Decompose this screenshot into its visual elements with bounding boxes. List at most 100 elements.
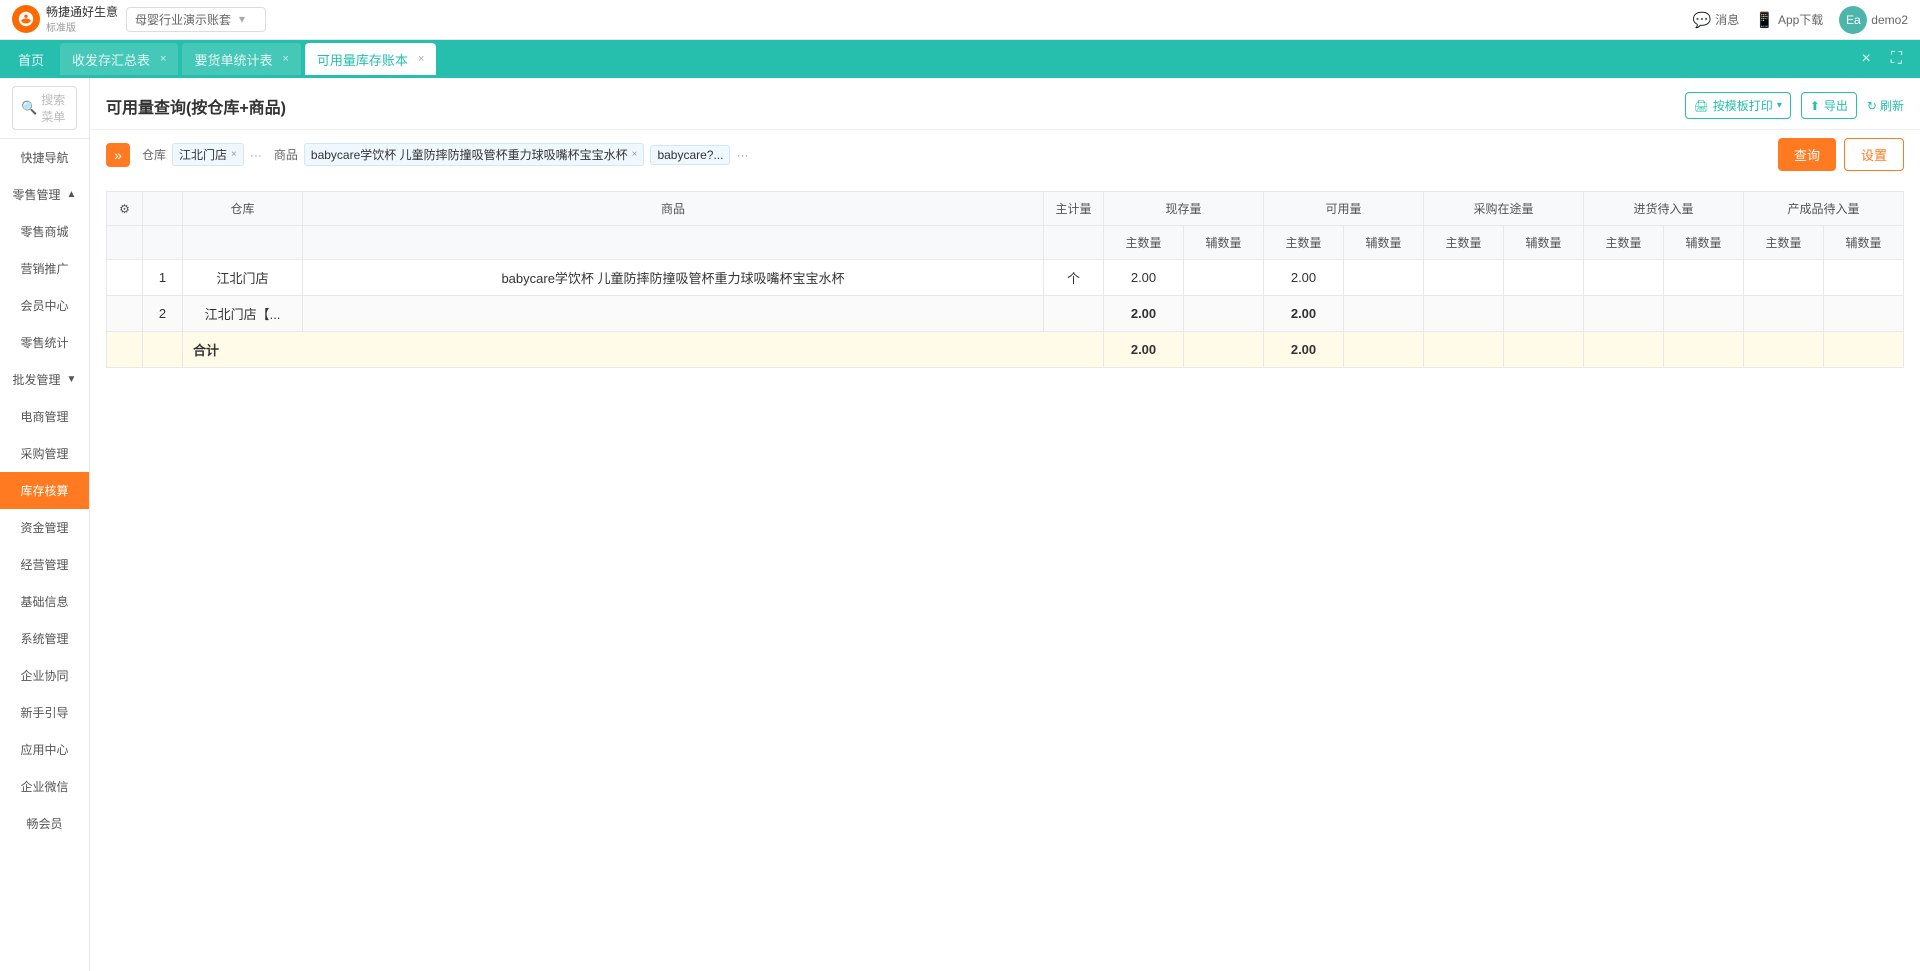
logo-brand: 畅捷通好生意 [46,5,118,19]
row2-product [303,296,1044,332]
sidebar-item-vip[interactable]: 畅会员 [0,805,89,842]
sidebar-item-retail-stat[interactable]: 零售统计 [0,324,89,361]
sidebar-label-basic-info: 基础信息 [20,593,68,610]
app-icon: 📱 [1755,11,1774,29]
filter-expand-btn[interactable]: » [106,143,130,167]
total-incoming-pending-aux [1664,332,1744,368]
tab-receive-close-icon[interactable]: × [160,53,166,65]
tab-bar-actions: × ⛶ [1855,48,1916,70]
total-row: 合计 2.00 2.00 [107,332,1904,368]
tab-bar: 首页 收发存汇总表 × 要货单统计表 × 可用量库存账本 × × ⛶ [0,40,1920,78]
th2-purchase-transit-aux: 辅数量 [1504,226,1584,260]
print-btn[interactable]: 🖨 按模板打印 ▾ [1685,92,1791,119]
product-filter-tag2[interactable]: babycare?... [650,145,730,165]
sidebar-item-retail-mall[interactable]: 零售商城 [0,213,89,250]
sidebar-item-system[interactable]: 系统管理 [0,620,89,657]
sidebar-label-app-center: 应用中心 [20,741,68,758]
user-action[interactable]: Ea demo2 [1839,6,1908,34]
row2-incoming-pending-main [1584,296,1664,332]
table-scroll[interactable]: ⚙ 仓库 商品 主计量 现存量 可用量 采购在途量 进货待入量 产成品待入量 [106,191,1904,368]
settings-button[interactable]: 设置 [1844,138,1904,171]
th2-incoming-pending-aux: 辅数量 [1664,226,1744,260]
tab-available-close-icon[interactable]: × [418,53,424,65]
th2-current-main: 主数量 [1104,226,1184,260]
sidebar-item-operation[interactable]: 经营管理 [0,546,89,583]
product-filter-tag1-close-icon[interactable]: × [632,149,638,160]
export-btn[interactable]: ⬆ 导出 [1801,92,1857,119]
th2-produced-pending-main: 主数量 [1744,226,1824,260]
tab-close-all-icon[interactable]: × [1855,48,1876,70]
export-icon: ⬆ [1810,99,1820,113]
sidebar-item-member[interactable]: 会员中心 [0,287,89,324]
sidebar-item-ecommerce[interactable]: 电商管理 [0,398,89,435]
product-filter-value1: babycare学饮杯 儿童防摔防撞吸管杯重力球吸嘴杯宝宝水杯 [311,146,628,163]
filter-right-actions: 查询 设置 [1778,138,1904,171]
logo-icon [12,5,40,33]
sidebar-item-enterprise-collab[interactable]: 企业协同 [0,657,89,694]
th2-unit [1044,226,1104,260]
sidebar-item-wholesale-mgmt[interactable]: 批发管理 ▼ [0,361,89,398]
th2-settings [107,226,143,260]
tab-order-stat[interactable]: 要货单统计表 × [182,43,300,75]
page-title: 可用量查询(按仓库+商品) [106,94,286,118]
sidebar-label-inventory: 库存核算 [20,482,68,499]
th-purchase-transit: 采购在途量 [1424,192,1584,226]
sidebar-label-system: 系统管理 [20,630,68,647]
message-action[interactable]: 💬 消息 [1693,11,1740,29]
product-filter-tag1[interactable]: babycare学饮杯 儿童防摔防撞吸管杯重力球吸嘴杯宝宝水杯 × [304,143,645,166]
sidebar-item-quick-nav[interactable]: 快捷导航 [0,139,89,176]
refresh-btn[interactable]: ↻ 刷新 [1867,97,1904,114]
warehouse-filter-close-icon[interactable]: × [231,149,237,160]
sidebar-label-vip: 畅会员 [26,815,62,832]
sidebar-item-app-center[interactable]: 应用中心 [0,731,89,768]
row1-purchase-transit-main [1424,260,1504,296]
row2-produced-pending-main [1744,296,1824,332]
tab-home[interactable]: 首页 [6,43,56,75]
tab-available[interactable]: 可用量库存账本 × [305,43,436,75]
app-download-label: App下载 [1778,11,1823,28]
th-main-unit: 主计量 [1044,192,1104,226]
sidebar-item-new-guide[interactable]: 新手引导 [0,694,89,731]
sidebar-item-retail-mgmt[interactable]: 零售管理 ▲ [0,176,89,213]
th-settings[interactable]: ⚙ [107,192,143,226]
industry-selector[interactable]: 母婴行业演示账套 ▾ [126,7,266,32]
product-more-icon[interactable]: ··· [736,148,748,162]
chevron-down-icon: ▾ [239,12,245,26]
search-placeholder: 搜索菜单 [41,91,68,125]
row1-incoming-pending-aux [1664,260,1744,296]
sidebar-label-operation: 经营管理 [20,556,68,573]
sidebar-label-retail-stat: 零售统计 [20,334,68,351]
search-input-wrap[interactable]: 🔍 搜索菜单 [12,86,77,130]
row1-produced-pending-aux [1824,260,1904,296]
warehouse-more-icon[interactable]: ··· [250,148,262,162]
row1-index: 1 [143,260,183,296]
filter-product-group: 商品 babycare学饮杯 儿童防摔防撞吸管杯重力球吸嘴杯宝宝水杯 × bab… [274,143,749,166]
warehouse-filter-tag[interactable]: 江北门店 × [172,143,244,166]
sidebar-label-finance: 资金管理 [20,519,68,536]
sidebar-item-enterprise-wechat[interactable]: 企业微信 [0,768,89,805]
tab-receive[interactable]: 收发存汇总表 × [60,43,178,75]
tab-fullscreen-icon[interactable]: ⛶ [1885,48,1908,70]
th-index [143,192,183,226]
tab-order-stat-close-icon[interactable]: × [282,53,288,65]
tab-receive-label: 收发存汇总表 [72,50,150,69]
print-icon: 🖨 [1694,99,1709,113]
app-download-action[interactable]: 📱 App下载 [1755,11,1823,29]
filter-bar: » 仓库 江北门店 × ··· 商品 babycare学饮杯 儿童防摔防撞吸管杯… [90,129,1920,179]
total-current-main: 2.00 [1104,332,1184,368]
sidebar-item-inventory[interactable]: 库存核算 [0,472,89,509]
sidebar-item-basic-info[interactable]: 基础信息 [0,583,89,620]
sidebar-item-purchase[interactable]: 采购管理 [0,435,89,472]
row1-warehouse: 江北门店 [183,260,303,296]
row2-purchase-transit-aux [1504,296,1584,332]
row1-available-main: 2.00 [1264,260,1344,296]
row2-check[interactable] [107,296,143,332]
total-current-aux [1184,332,1264,368]
sidebar-item-marketing[interactable]: 营销推广 [0,250,89,287]
row1-current-main: 2.00 [1104,260,1184,296]
logo-area: 畅捷通好生意 标准版 [12,5,118,34]
refresh-icon: ↻ [1867,99,1877,113]
row1-check[interactable] [107,260,143,296]
query-button[interactable]: 查询 [1778,138,1836,171]
sidebar-item-finance[interactable]: 资金管理 [0,509,89,546]
